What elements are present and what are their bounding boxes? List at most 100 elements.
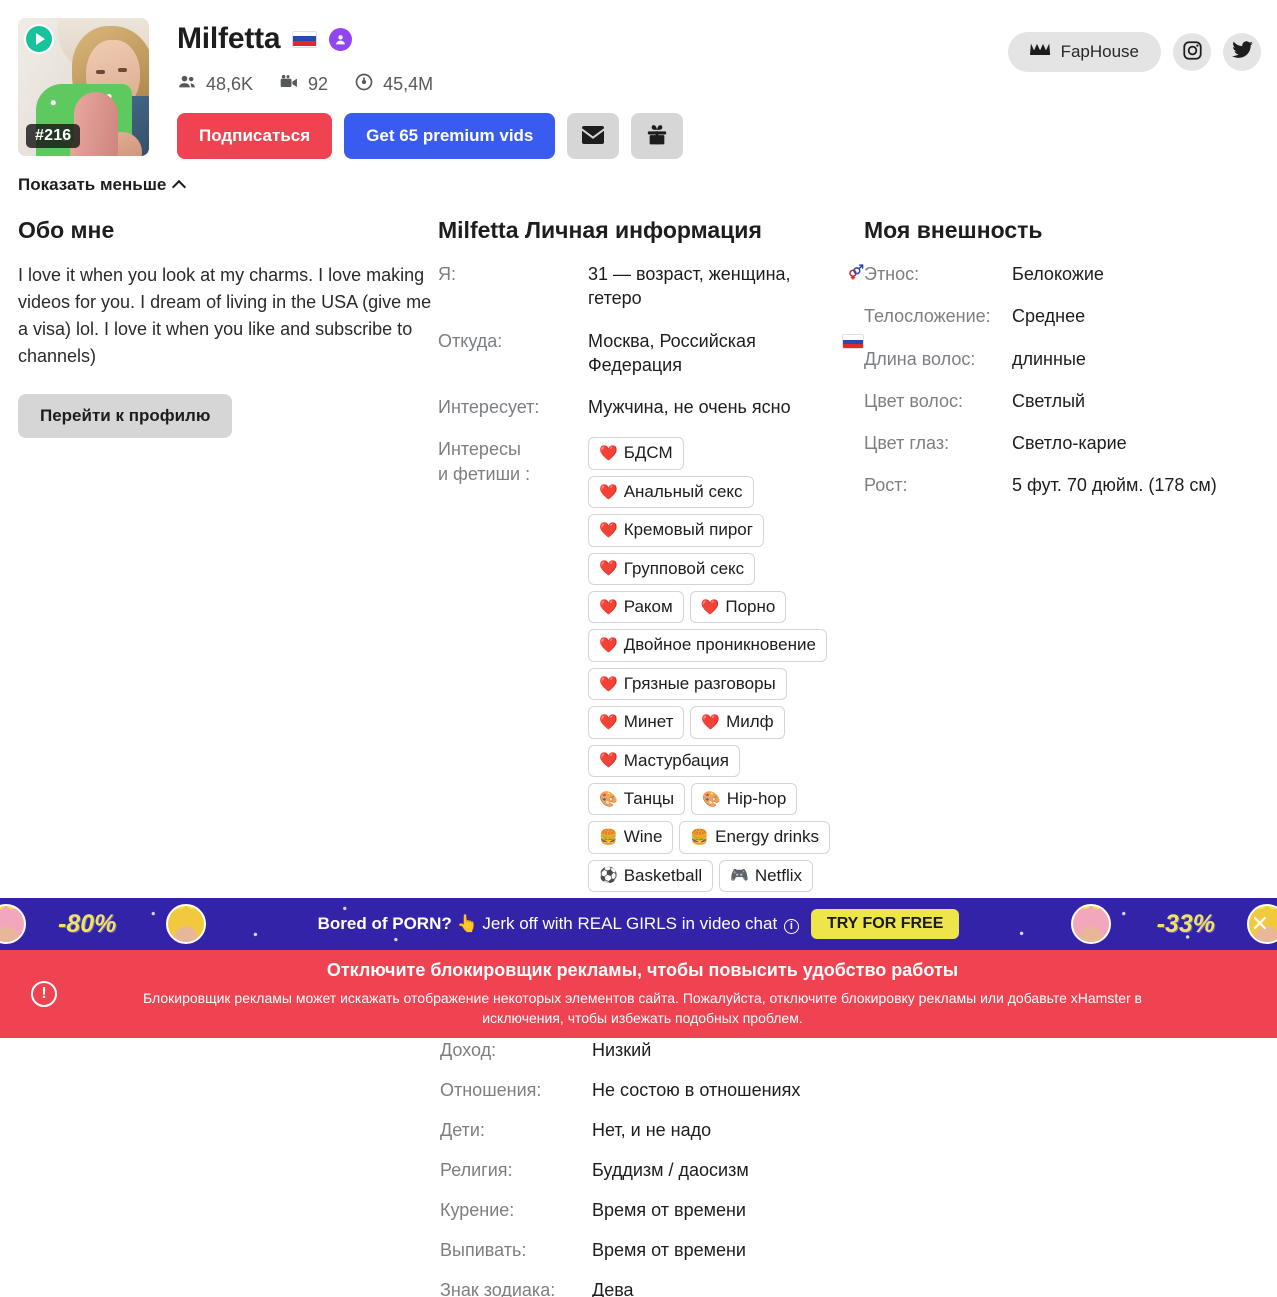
row-key: Выпивать: xyxy=(440,1240,527,1260)
list-item[interactable]: ❤️ Кремовый пирог xyxy=(588,514,764,547)
row-key: Цвет глаз: xyxy=(864,433,950,454)
bauble-icon xyxy=(166,904,206,944)
bauble-icon xyxy=(0,904,26,944)
heart-icon: ❤️ xyxy=(599,752,618,770)
profile-stats: 48,6K 92 45,4M xyxy=(177,72,683,97)
list-item[interactable]: 🎨 Танцы xyxy=(588,783,686,816)
tag-label: Basketball xyxy=(623,865,703,885)
heart-icon: ❤️ xyxy=(599,637,618,655)
bauble-icon xyxy=(1071,904,1111,944)
avatar-thumbnail[interactable]: #216 xyxy=(18,18,149,156)
table-row: Цвет волос: Светлый xyxy=(864,389,1264,431)
tag-label: Грязные разговоры xyxy=(623,673,776,693)
heart-icon: ❤️ xyxy=(701,713,721,731)
ru-flag-icon xyxy=(828,329,864,396)
row-value: Нет, и не надо xyxy=(592,1120,712,1140)
ad-decoration-left-2 xyxy=(166,898,206,950)
list-item[interactable]: ❤️ Анальный секс xyxy=(588,475,754,509)
subscribe-button[interactable]: Подписаться xyxy=(177,113,333,159)
heart-icon: ❤️ xyxy=(599,521,618,539)
heart-icon: ❤️ xyxy=(700,598,720,616)
table-row: Интересует: Мужчина, не очень ясно xyxy=(438,395,864,437)
row-key: Я: xyxy=(438,264,456,284)
table-row: Я: 31 — возраст, женщина, гетеро xyxy=(438,262,864,329)
instagram-button[interactable] xyxy=(1173,33,1211,71)
stat-views: 45,4M xyxy=(354,72,433,97)
table-row: Доход: Низкий xyxy=(440,1040,862,1078)
about-section: Обо мне I love it when you look at my ch… xyxy=(18,217,438,438)
avatar-art xyxy=(74,92,118,156)
gift-button[interactable] xyxy=(631,113,684,159)
table-row: Цвет глаз: Светло-карие xyxy=(864,431,1264,473)
tag-label: Hip-hop xyxy=(726,789,787,808)
table-row: Религия: Буддизм / даосизм xyxy=(440,1160,862,1198)
list-item[interactable]: ❤️ Милф xyxy=(690,706,785,739)
ball-icon: ⚽ xyxy=(599,867,618,885)
try-for-free-button[interactable]: TRY FOR FREE xyxy=(810,909,960,939)
table-row: Длина волос: длинные xyxy=(864,347,1264,389)
show-less-label: Показать меньше xyxy=(18,175,167,194)
list-item[interactable]: 🍔 Wine xyxy=(588,821,674,854)
list-item[interactable]: ❤️ Двойное проникновение xyxy=(588,629,827,662)
tag-label: Милф xyxy=(726,712,774,732)
ad-banner[interactable]: -80% Bored of PORN? 👆 Jerk off with REAL… xyxy=(0,898,1277,950)
ad-text-bold: Bored of PORN? xyxy=(317,914,452,933)
table-row: Откуда: Москва, Российская Федерация xyxy=(438,329,864,396)
premium-vids-button[interactable]: Get 65 premium vids xyxy=(344,113,556,159)
twitter-icon xyxy=(1231,41,1253,63)
show-less-toggle[interactable]: Показать меньше xyxy=(18,175,187,195)
row-key: Телосложение: xyxy=(864,306,991,327)
info-icon[interactable]: i xyxy=(783,918,799,934)
list-item[interactable]: ❤️ Порно xyxy=(689,591,787,624)
tag-label: Мастурбация xyxy=(623,750,729,770)
discount-right-label: -33% xyxy=(1156,909,1215,938)
list-item[interactable]: 🎨 Hip-hop xyxy=(691,783,798,816)
about-title: Обо мне xyxy=(18,217,115,243)
tag-label: Wine xyxy=(623,827,663,847)
row-value: Не состою в отношениях xyxy=(592,1080,801,1100)
about-text: I love it when you look at my charms. I … xyxy=(18,265,432,366)
message-button[interactable] xyxy=(567,113,620,159)
stat-subscribers-value: 48,6K xyxy=(206,74,254,94)
list-item[interactable]: ❤️ БДСМ xyxy=(588,437,684,470)
list-item[interactable]: ❤️ Групповой секс xyxy=(588,552,756,586)
list-item[interactable]: ❤️ Минет xyxy=(588,706,685,739)
ad-discount-right: -33% xyxy=(1157,898,1215,950)
personal-info-title: Milfetta Личная информация xyxy=(438,217,762,243)
ad-content: Bored of PORN? 👆 Jerk off with REAL GIRL… xyxy=(318,909,960,939)
play-icon[interactable] xyxy=(26,26,52,52)
go-to-profile-button[interactable]: Перейти к профилю xyxy=(18,394,233,438)
ad-discount-left: -80% xyxy=(58,898,116,950)
faphouse-button[interactable]: FapHouse xyxy=(1007,32,1161,72)
ad-text-rest: Jerk off with REAL GIRLS in video chat xyxy=(482,914,778,933)
ru-flag-icon xyxy=(292,30,318,48)
list-item[interactable]: ❤️ Раком xyxy=(588,591,684,624)
personal-info-section: Milfetta Личная информация Я: 31 — возра… xyxy=(438,217,864,987)
twitter-button[interactable] xyxy=(1223,33,1261,71)
list-item[interactable]: ❤️ Мастурбация xyxy=(588,744,740,777)
alert-circle-icon: ! xyxy=(0,981,88,1007)
close-icon[interactable]: ✕ xyxy=(1251,913,1269,935)
row-value: Буддизм / даосизм xyxy=(592,1160,749,1180)
row-key: Доход: xyxy=(440,1040,497,1060)
heart-icon: ❤️ xyxy=(599,445,618,463)
stat-videos-value: 92 xyxy=(308,74,329,94)
row-key: Отношения: xyxy=(440,1080,542,1100)
interest-tags: ❤️ БДСМ ❤️ Анальный секс ❤️ Кремовый пирог … xyxy=(588,437,838,969)
videos-icon xyxy=(279,72,299,97)
list-item[interactable]: ⚽ Basketball xyxy=(588,859,714,893)
row-key: Этнос: xyxy=(864,264,920,284)
list-item[interactable]: 🎮 Netflix xyxy=(719,859,814,893)
verified-user-icon xyxy=(329,27,353,51)
table-row: Курение: Время от времени xyxy=(440,1200,862,1238)
instagram-icon xyxy=(1182,40,1203,64)
subscribers-icon xyxy=(177,72,197,97)
list-item[interactable]: 🍔 Energy drinks xyxy=(679,821,831,854)
row-value: Время от времени xyxy=(592,1240,746,1260)
list-item[interactable]: ❤️ Грязные разговоры xyxy=(588,667,787,701)
profile-header-main: Milfetta 48,6K 92 45,4M Подписаться Get … xyxy=(177,18,684,159)
row-key: Знак зодиака: xyxy=(440,1280,556,1297)
table-row: Рост: 5 фут. 70 дюйм. (178 см) xyxy=(864,473,1264,515)
personal-info-table: Я: 31 — возраст, женщина, гетеро Откуда:… xyxy=(438,262,864,987)
rank-badge: #216 xyxy=(26,124,81,148)
